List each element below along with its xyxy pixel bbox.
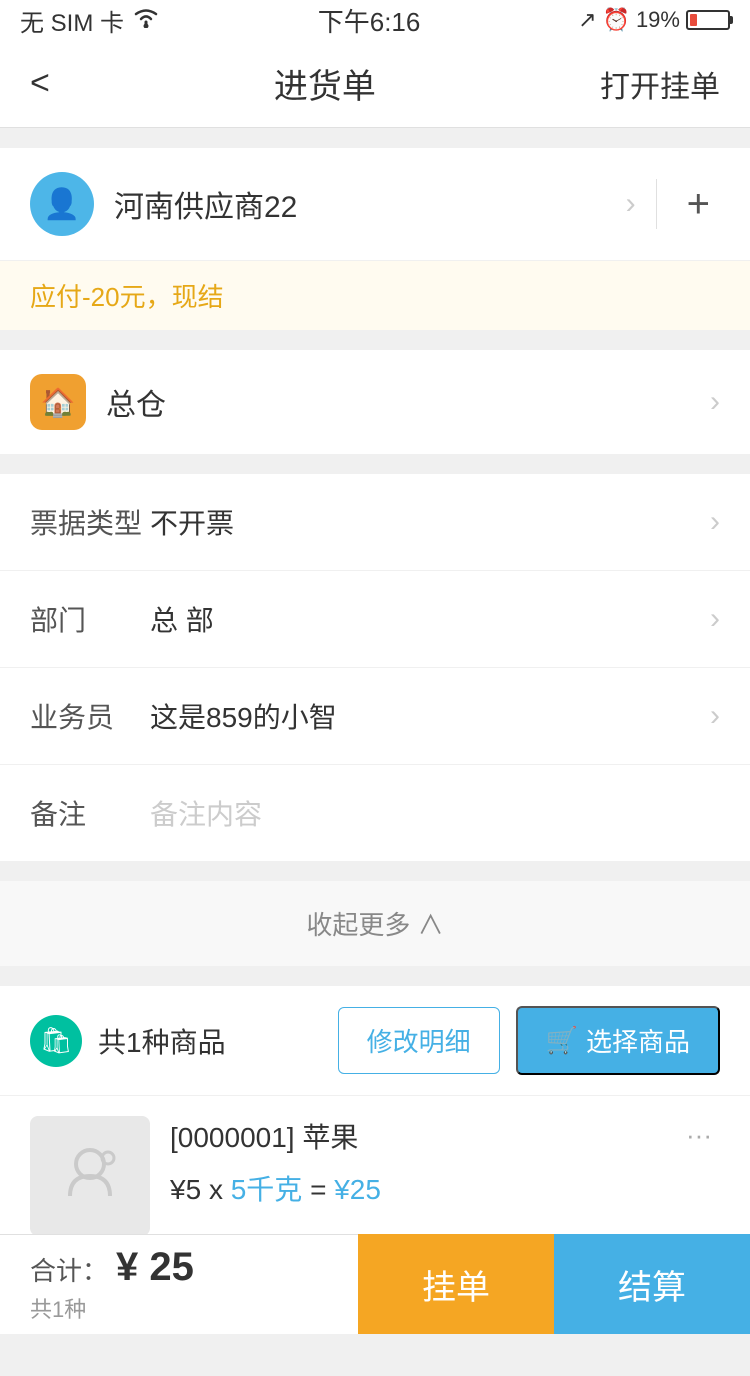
supplier-card: 👤 河南供应商22 › + 应付-20元，现结 <box>0 148 750 330</box>
product-placeholder-icon <box>50 1136 130 1216</box>
supplier-row[interactable]: 👤 河南供应商22 › + <box>0 148 750 261</box>
remark-row[interactable]: 备注 备注内容 <box>0 765 750 861</box>
pending-label: 挂单 <box>422 1260 490 1309</box>
department-value: 总 部 <box>150 599 710 639</box>
collapse-row[interactable]: 收起更多 ∧ <box>0 881 750 966</box>
warehouse-chevron-icon: › <box>710 385 720 419</box>
product-calc: ¥5 x 5千克 = ¥25 <box>170 1168 658 1208</box>
invoice-label: 票据类型 <box>30 502 150 542</box>
back-button[interactable]: < <box>30 64 50 103</box>
product-thumbnail <box>30 1116 150 1236</box>
sales-value: 这是859的小智 <box>150 696 710 736</box>
warehouse-card: 🏠 总仓 › <box>0 350 750 454</box>
warehouse-icon: 🏠 <box>30 374 86 430</box>
product-multiply: x <box>209 1174 231 1205</box>
sales-label: 业务员 <box>30 696 150 736</box>
product-total: ¥25 <box>334 1174 381 1205</box>
department-label: 部门 <box>30 599 150 639</box>
notice-text: 应付-20元，现结 <box>30 282 224 312</box>
warehouse-symbol: 🏠 <box>41 386 76 419</box>
sales-row[interactable]: 业务员 这是859的小智 › <box>0 668 750 765</box>
sales-chevron-icon: › <box>710 699 720 733</box>
total-count: 共1种 <box>30 1292 328 1324</box>
status-right: ↗ ⏰ 19% <box>578 7 730 33</box>
remark-label: 备注 <box>30 793 150 833</box>
nav-bar: < 进货单 打开挂单 <box>0 40 750 128</box>
warehouse-row[interactable]: 🏠 总仓 › <box>0 350 750 454</box>
product-more-button[interactable]: ··· <box>678 1116 720 1155</box>
product-info: [0000001] 苹果 ¥5 x 5千克 = ¥25 <box>170 1116 658 1208</box>
battery-percent: 19% <box>636 7 680 33</box>
supplier-chevron-icon: › <box>626 187 636 221</box>
invoice-row[interactable]: 票据类型 不开票 › <box>0 474 750 571</box>
collapse-label: 收起更多 ∧ <box>306 905 443 942</box>
invoice-value: 不开票 <box>150 502 710 542</box>
products-icon: 🛍 <box>30 1015 82 1067</box>
products-bag-icon: 🛍 <box>39 1025 72 1056</box>
product-equals: = <box>310 1174 334 1205</box>
open-pending-button[interactable]: 打开挂单 <box>600 62 720 106</box>
form-section: 票据类型 不开票 › 部门 总 部 › 业务员 这是859的小智 › 备注 备注… <box>0 474 750 861</box>
product-price: ¥5 <box>170 1174 201 1205</box>
footer: 合计： ¥ 25 共1种 挂单 结算 <box>0 1234 750 1334</box>
status-left: 无 SIM 卡 <box>20 3 160 38</box>
pending-button[interactable]: 挂单 <box>358 1234 554 1334</box>
modify-detail-button[interactable]: 修改明细 <box>338 1007 500 1074</box>
product-name: [0000001] 苹果 <box>170 1116 658 1156</box>
select-product-label: 选择商品 <box>586 1022 690 1059</box>
supplier-name: 河南供应商22 <box>114 182 626 226</box>
cart-icon: 🛒 <box>546 1025 578 1056</box>
add-supplier-button[interactable]: + <box>677 182 720 227</box>
page-title: 进货单 <box>274 59 376 108</box>
battery-icon <box>686 10 730 30</box>
footer-total-label: 合计： ¥ 25 <box>30 1245 328 1290</box>
invoice-chevron-icon: › <box>710 505 720 539</box>
top-divider <box>0 128 750 148</box>
footer-total: 合计： ¥ 25 共1种 <box>0 1234 358 1334</box>
total-amount: ¥ 25 <box>116 1245 194 1290</box>
product-quantity: 5千克 <box>231 1174 303 1205</box>
products-section: 🛍 共1种商品 修改明细 🛒 选择商品 <box>0 986 750 1095</box>
carrier-text: 无 SIM 卡 <box>20 3 124 38</box>
checkout-button[interactable]: 结算 <box>554 1234 750 1334</box>
remark-input[interactable]: 备注内容 <box>150 793 720 833</box>
wifi-icon <box>132 6 160 35</box>
supplier-divider <box>656 179 657 229</box>
department-chevron-icon: › <box>710 602 720 636</box>
products-header: 🛍 共1种商品 修改明细 🛒 选择商品 <box>0 986 750 1095</box>
product-card: [0000001] 苹果 ¥5 x 5千克 = ¥25 ··· <box>0 1096 750 1256</box>
product-title: 苹果 <box>302 1122 358 1153</box>
notice-banner: 应付-20元，现结 <box>0 261 750 330</box>
supplier-avatar-icon: 👤 <box>43 187 80 222</box>
status-bar: 无 SIM 卡 下午6:16 ↗ ⏰ 19% <box>0 0 750 40</box>
status-time: 下午6:16 <box>318 2 421 39</box>
supplier-avatar: 👤 <box>30 172 94 236</box>
select-product-button[interactable]: 🛒 选择商品 <box>516 1006 720 1075</box>
gps-icon: ↗ <box>578 7 596 33</box>
products-count: 共1种商品 <box>98 1021 338 1061</box>
checkout-label: 结算 <box>618 1260 686 1309</box>
total-label-text: 合计： <box>30 1251 108 1288</box>
product-code: [0000001] <box>170 1122 295 1153</box>
alarm-icon: ⏰ <box>603 7 630 33</box>
department-row[interactable]: 部门 总 部 › <box>0 571 750 668</box>
warehouse-name: 总仓 <box>106 380 710 424</box>
